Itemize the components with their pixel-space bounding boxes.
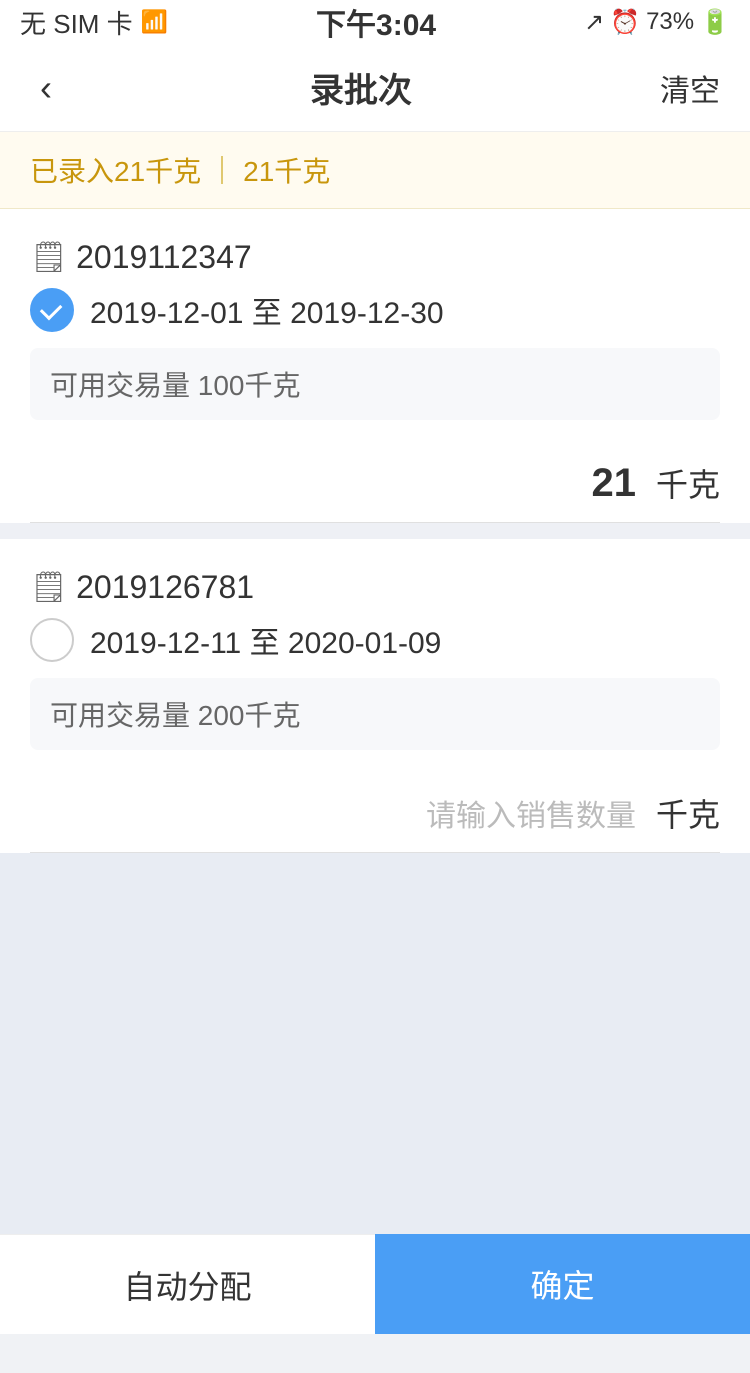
status-time: 下午3:04 [316, 0, 436, 44]
batch1-quantity-value: 21 [591, 461, 636, 506]
battery-label: 73% [646, 8, 694, 36]
batch1-quantity-unit: 千克 [656, 460, 720, 506]
info-banner: 已录入21千克 21千克 [0, 132, 750, 209]
auto-distribute-button[interactable]: 自动分配 [0, 1234, 375, 1334]
confirm-button[interactable]: 确定 [375, 1234, 750, 1334]
batch2-available: 可用交易量 200千克 [30, 678, 720, 750]
batch2-radio[interactable] [30, 618, 74, 662]
back-button[interactable]: ‹ [30, 57, 62, 119]
batch1-icon: 🗒 [30, 240, 68, 275]
bottom-bar: 自动分配 确定 [0, 1234, 750, 1334]
page-title: 录批次 [310, 63, 412, 112]
batch2-date: 2019-12-11 至 2020-01-09 [90, 618, 441, 662]
nav-bar: ‹ 录批次 清空 [0, 44, 750, 132]
total-label: 21千克 [243, 150, 330, 190]
status-bar: 无 SIM 卡 📶 下午3:04 ↗ ⏰ 73% 🔋 [0, 0, 750, 44]
wifi-icon: 📶 [141, 9, 168, 35]
clear-button[interactable]: 清空 [660, 66, 720, 110]
batch1-date: 2019-12-01 至 2019-12-30 [90, 288, 444, 332]
batch2-id: 2019126781 [76, 569, 254, 606]
recorded-label: 已录入21千克 [30, 150, 201, 190]
batch1-id-row: 🗒 2019112347 [30, 239, 720, 276]
sim-label: 无 SIM 卡 [20, 4, 133, 41]
status-right: ↗ ⏰ 73% 🔋 [584, 8, 730, 37]
status-left: 无 SIM 卡 📶 [20, 4, 168, 41]
batch2-icon: 🗒 [30, 570, 68, 605]
batch1-card: 🗒 2019112347 2019-12-01 至 2019-12-30 可用交… [0, 209, 750, 523]
batch2-card: 🗒 2019126781 2019-12-11 至 2020-01-09 可用交… [0, 539, 750, 853]
batch1-id: 2019112347 [76, 239, 252, 276]
batch1-quantity-row: 21 千克 [30, 440, 720, 523]
batch2-input-row[interactable]: 请输入销售数量 千克 [30, 770, 720, 853]
batch1-available: 可用交易量 100千克 [30, 348, 720, 420]
gray-area [0, 853, 750, 1273]
batch2-input-unit: 千克 [656, 790, 720, 836]
batch2-id-row: 🗒 2019126781 [30, 569, 720, 606]
location-icon: ↗ [584, 8, 604, 37]
separator1 [0, 523, 750, 539]
battery-icon: 🔋 [700, 8, 730, 37]
info-divider [221, 156, 223, 184]
batch2-date-row[interactable]: 2019-12-11 至 2020-01-09 [30, 618, 720, 662]
batch1-radio[interactable] [30, 288, 74, 332]
alarm-icon: ⏰ [610, 8, 640, 37]
batch2-input-placeholder[interactable]: 请输入销售数量 [426, 791, 636, 835]
batch1-date-row[interactable]: 2019-12-01 至 2019-12-30 [30, 288, 720, 332]
